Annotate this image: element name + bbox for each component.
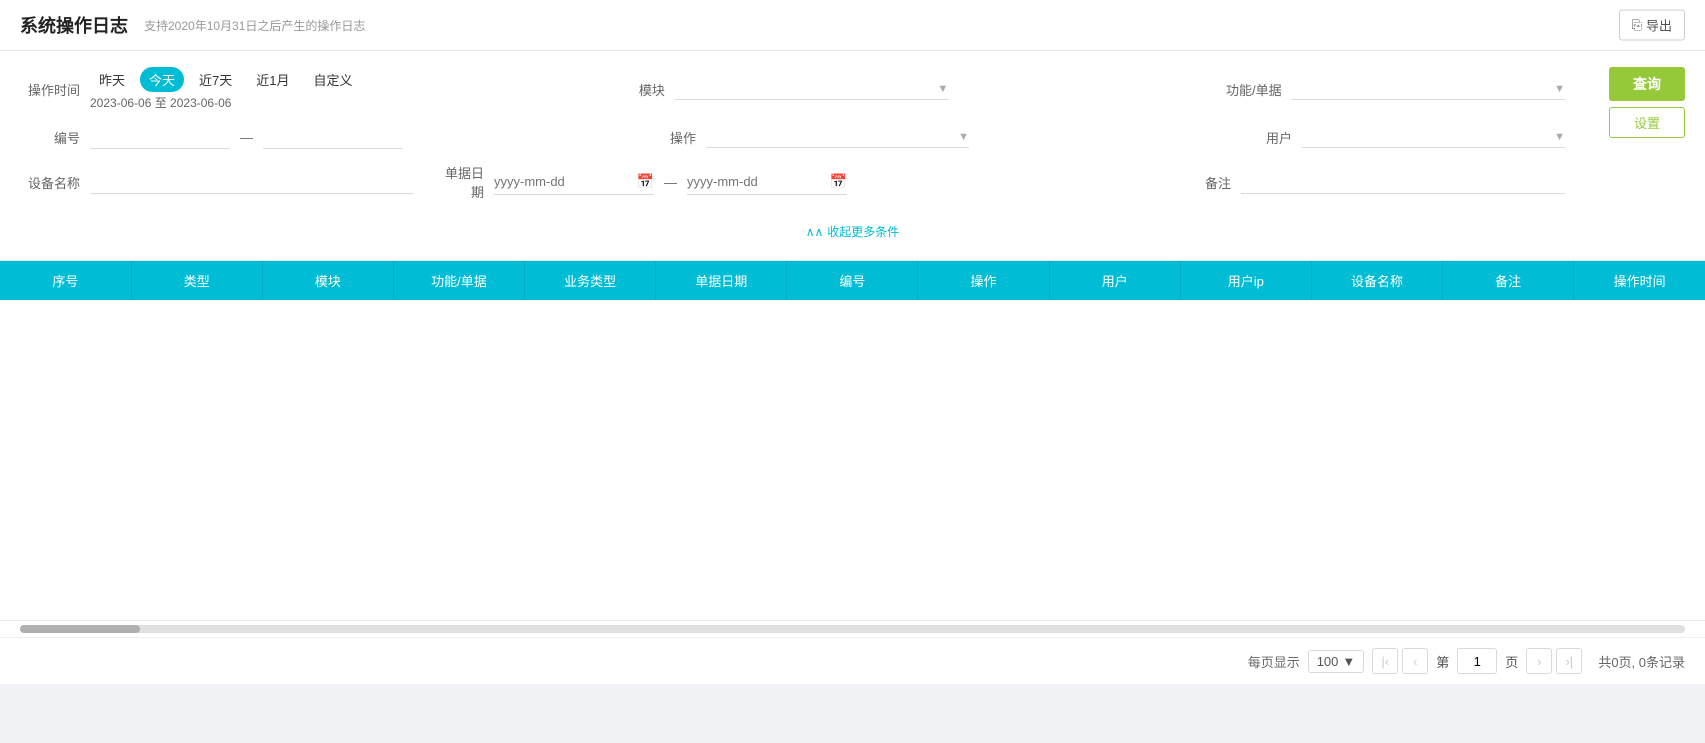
export-icon: ⎘	[1632, 17, 1642, 33]
op-select[interactable]: ▼	[706, 127, 969, 148]
collapse-bar[interactable]: ∧∧ 收起更多条件	[20, 215, 1685, 244]
serial-start-input[interactable]	[90, 125, 230, 149]
table-header-cell: 编号	[787, 261, 918, 300]
table-header-cell: 操作	[918, 261, 1049, 300]
module-dropdown-icon: ▼	[937, 83, 948, 95]
collapse-label: 收起更多条件	[827, 223, 899, 240]
page-size-select[interactable]: 100 ▼	[1308, 650, 1365, 673]
next-page-button[interactable]: ›	[1526, 648, 1552, 674]
calendar-start-icon[interactable]: 📅	[637, 173, 654, 190]
op-label: 操作	[666, 128, 706, 147]
user-dropdown-icon: ▼	[1554, 131, 1565, 143]
user-label: 用户	[1232, 128, 1302, 147]
table-header-cell: 用户	[1049, 261, 1180, 300]
time-label: 操作时间	[20, 80, 90, 99]
empty-area	[0, 300, 1705, 620]
device-label: 设备名称	[20, 173, 90, 192]
time-wrapper: 昨天 今天 近7天 近1月 自定义 2023-06-06 至 2023-06-0…	[90, 67, 362, 111]
func-dropdown-icon: ▼	[1554, 83, 1565, 95]
pagination: 每页显示 100 ▼ |‹ ‹ 第 页 › ›| 共0页, 0条记录	[0, 637, 1705, 684]
table-header-cell: 类型	[131, 261, 262, 300]
scrollbar-track[interactable]	[20, 625, 1685, 633]
filter-row-1: 操作时间 昨天 今天 近7天 近1月 自定义 2023-06-06 至 2023…	[20, 67, 1685, 111]
note-label: 备注	[1171, 173, 1241, 192]
date-sep: —	[654, 175, 687, 190]
filter-row-2: 编号 — 操作 ▼ 用户 ▼	[20, 125, 1685, 149]
action-buttons: 查询 设置	[1609, 67, 1685, 138]
page-header: 系统操作日志 支持2020年10月31日之后产生的操作日志 ⎘ 导出	[0, 0, 1705, 51]
page-size-arrow: ▼	[1342, 654, 1355, 669]
export-button[interactable]: ⎘ 导出	[1619, 10, 1685, 41]
time-option-1month[interactable]: 近1月	[247, 67, 298, 92]
total-label: 共0页, 0条记录	[1598, 652, 1685, 671]
date-end-input[interactable]	[687, 174, 826, 189]
table-header-cell: 用户ip	[1180, 261, 1311, 300]
pagination-nav: |‹ ‹ 第 页 › ›|	[1372, 648, 1582, 674]
query-button[interactable]: 查询	[1609, 67, 1685, 101]
table-container: 序号类型模块功能/单据业务类型单据日期编号操作用户用户ip设备名称备注操作时间	[0, 261, 1705, 620]
table-header-cell: 操作时间	[1574, 261, 1705, 300]
prev-page-button[interactable]: ‹	[1402, 648, 1428, 674]
last-page-button[interactable]: ›|	[1556, 648, 1582, 674]
module-select[interactable]: ▼	[675, 79, 948, 100]
module-label: 模块	[635, 80, 675, 99]
table-header-cell: 单据日期	[656, 261, 787, 300]
voucher-date-label: 单据日期	[434, 163, 494, 201]
scrollbar-thumb[interactable]	[20, 625, 140, 633]
device-input[interactable]	[90, 170, 414, 194]
page-size-value: 100	[1317, 654, 1339, 669]
func-label: 功能/单据	[1222, 80, 1292, 99]
op-dropdown-icon: ▼	[958, 131, 969, 143]
table-header-cell: 备注	[1443, 261, 1574, 300]
time-option-7days[interactable]: 近7天	[190, 67, 241, 92]
page-unit: 页	[1501, 652, 1522, 671]
page-title: 系统操作日志	[20, 12, 128, 38]
func-select[interactable]: ▼	[1292, 79, 1565, 100]
serial-end-input[interactable]	[263, 125, 403, 149]
filter-row-3: 设备名称 单据日期 📅 — 📅 备注	[20, 163, 1685, 201]
note-input[interactable]	[1241, 170, 1565, 194]
user-select[interactable]: ▼	[1302, 127, 1565, 148]
time-options: 昨天 今天 近7天 近1月 自定义	[90, 67, 362, 92]
date-start-wrapper: 📅	[494, 169, 654, 195]
time-option-yesterday[interactable]: 昨天	[90, 67, 134, 92]
per-page-label: 每页显示	[1248, 652, 1300, 671]
header-row: 序号类型模块功能/单据业务类型单据日期编号操作用户用户ip设备名称备注操作时间	[0, 261, 1705, 300]
table-header-cell: 功能/单据	[393, 261, 524, 300]
time-option-custom[interactable]: 自定义	[305, 67, 362, 92]
filter-panel: 操作时间 昨天 今天 近7天 近1月 自定义 2023-06-06 至 2023…	[0, 51, 1705, 261]
table-header-cell: 模块	[262, 261, 393, 300]
page-number-input[interactable]	[1457, 648, 1497, 674]
settings-button[interactable]: 设置	[1609, 107, 1685, 138]
table-header-cell: 业务类型	[525, 261, 656, 300]
table-header-cell: 设备名称	[1311, 261, 1442, 300]
page-label: 第	[1432, 652, 1453, 671]
date-end-wrapper: 📅	[687, 169, 847, 195]
data-table: 序号类型模块功能/单据业务类型单据日期编号操作用户用户ip设备名称备注操作时间	[0, 261, 1705, 300]
table-header-cell: 序号	[0, 261, 131, 300]
time-option-today[interactable]: 今天	[140, 67, 184, 92]
time-date-range: 2023-06-06 至 2023-06-06	[90, 94, 362, 111]
serial-sep: —	[230, 130, 263, 145]
page-subtitle: 支持2020年10月31日之后产生的操作日志	[144, 17, 365, 34]
calendar-end-icon[interactable]: 📅	[830, 173, 847, 190]
scrollbar-area	[0, 620, 1705, 637]
collapse-icon: ∧∧	[806, 225, 824, 239]
table-header: 序号类型模块功能/单据业务类型单据日期编号操作用户用户ip设备名称备注操作时间	[0, 261, 1705, 300]
first-page-button[interactable]: |‹	[1372, 648, 1398, 674]
collapse-button[interactable]: ∧∧ 收起更多条件	[806, 223, 900, 240]
serial-label: 编号	[20, 128, 90, 147]
date-start-input[interactable]	[494, 174, 633, 189]
